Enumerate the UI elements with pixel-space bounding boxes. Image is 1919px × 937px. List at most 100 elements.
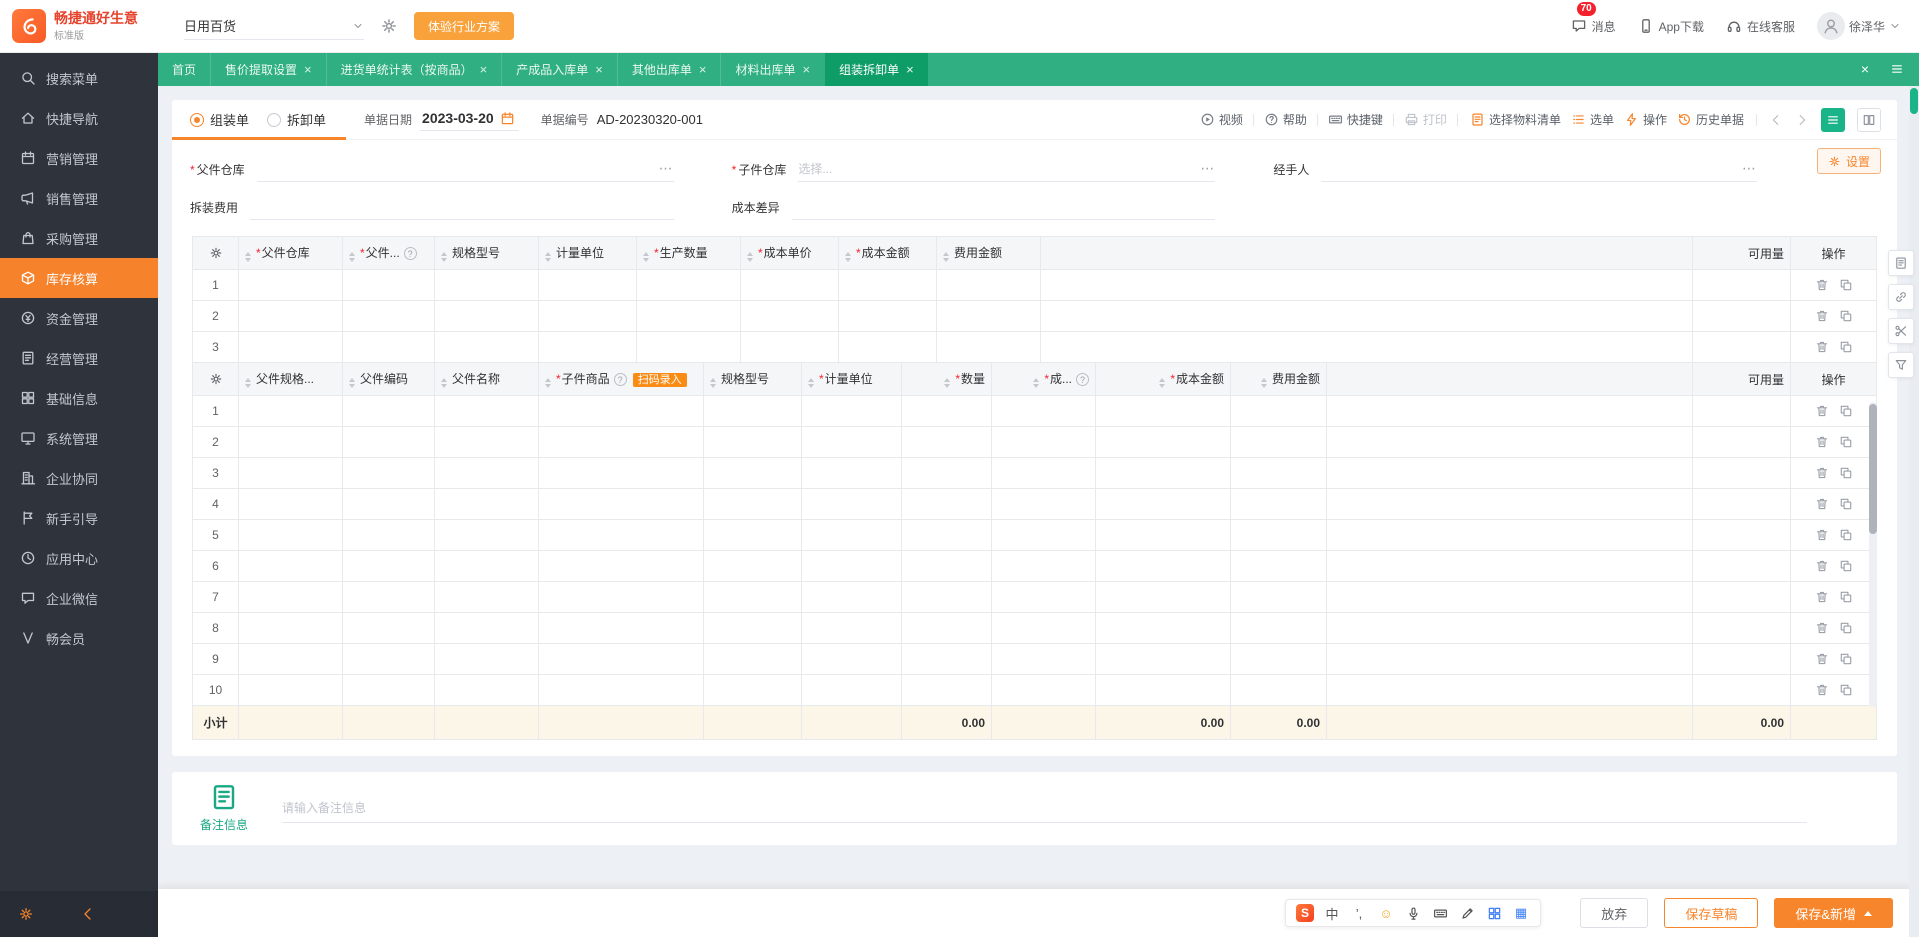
grid-cell[interactable] xyxy=(342,457,435,489)
grid-cell[interactable] xyxy=(801,519,902,551)
grid-cell[interactable] xyxy=(991,550,1096,582)
close-all-tabs-icon[interactable]: × xyxy=(1857,61,1873,77)
grid-cell[interactable] xyxy=(434,550,539,582)
grid-cell[interactable] xyxy=(901,581,992,613)
grid-cell[interactable] xyxy=(991,581,1096,613)
sort-icon[interactable] xyxy=(349,252,355,262)
grid-cell[interactable] xyxy=(1230,395,1327,427)
sidebar-item-flag[interactable]: 新手引导 xyxy=(0,498,158,538)
doc-date-value[interactable]: 2023-03-20 xyxy=(420,108,519,131)
sidebar-item-search[interactable]: 搜索菜单 xyxy=(0,58,158,98)
child-warehouse-input[interactable]: 选择... ⋯ xyxy=(798,156,1216,182)
grid-cell[interactable] xyxy=(901,612,992,644)
tab-item[interactable]: 进货单统计表（按商品） × xyxy=(325,52,502,86)
radio-assembly[interactable]: 组装单 xyxy=(190,110,249,129)
grid-cell[interactable] xyxy=(703,519,802,551)
prev-record-icon[interactable] xyxy=(1769,113,1783,127)
org-select[interactable]: 日用百货 xyxy=(184,12,364,40)
delete-row-icon[interactable] xyxy=(1815,309,1829,323)
grid-cell[interactable] xyxy=(1230,612,1327,644)
grid-cell[interactable] xyxy=(1095,519,1231,551)
grid-cell[interactable] xyxy=(238,457,343,489)
list-view-toggle[interactable] xyxy=(1821,107,1845,132)
grid-cell[interactable] xyxy=(1095,488,1231,520)
radio-disassembly[interactable]: 拆卸单 xyxy=(267,110,326,129)
delete-row-icon[interactable] xyxy=(1815,435,1829,449)
sidebar-item-clock[interactable]: 应用中心 xyxy=(0,538,158,578)
ime-keyboard-icon[interactable] xyxy=(1431,904,1449,922)
page-scrollbar-thumb[interactable] xyxy=(1910,88,1918,114)
delete-row-icon[interactable] xyxy=(1815,652,1829,666)
delete-row-icon[interactable] xyxy=(1815,559,1829,573)
grid-cell[interactable] xyxy=(342,581,435,613)
grid-cell[interactable] xyxy=(1230,550,1327,582)
grid-cell[interactable] xyxy=(238,426,343,458)
delete-row-icon[interactable] xyxy=(1815,528,1829,542)
grid-cell[interactable] xyxy=(1230,457,1327,489)
grid-cell[interactable] xyxy=(238,674,343,706)
link-tool-icon[interactable] xyxy=(1888,284,1914,310)
tool-print[interactable]: 打印 xyxy=(1404,111,1447,128)
sidebar-item-calendar[interactable]: 营销管理 xyxy=(0,138,158,178)
tool-keyboard[interactable]: 快捷键 xyxy=(1328,111,1383,128)
grid-cell[interactable] xyxy=(936,331,1041,363)
delete-row-icon[interactable] xyxy=(1815,466,1829,480)
grid-cell[interactable] xyxy=(538,488,704,520)
grid-cell[interactable] xyxy=(538,519,704,551)
copy-row-icon[interactable] xyxy=(1839,683,1853,697)
grid-cell[interactable] xyxy=(342,426,435,458)
tab-close-icon[interactable]: × xyxy=(699,62,707,77)
grid-cell[interactable] xyxy=(342,519,435,551)
grid-cell[interactable] xyxy=(901,643,992,675)
grid-cell[interactable] xyxy=(801,395,902,427)
grid-cell[interactable] xyxy=(238,581,343,613)
sidebar-item-monitor[interactable]: 系统管理 xyxy=(0,418,158,458)
grid-cell[interactable] xyxy=(991,488,1096,520)
more-options-icon[interactable]: ⋯ xyxy=(651,160,674,177)
grid-cell[interactable] xyxy=(342,300,435,332)
grid-cell[interactable] xyxy=(801,643,902,675)
grid-cell[interactable] xyxy=(434,300,539,332)
tab-close-icon[interactable]: × xyxy=(480,62,488,77)
next-record-icon[interactable] xyxy=(1795,113,1809,127)
grid-cell[interactable] xyxy=(801,457,902,489)
sort-icon[interactable] xyxy=(808,378,814,388)
calendar-icon[interactable] xyxy=(500,111,515,126)
grid-cell[interactable] xyxy=(801,581,902,613)
sort-icon[interactable] xyxy=(545,252,551,262)
grid-cell[interactable] xyxy=(434,426,539,458)
tab-close-icon[interactable]: × xyxy=(304,62,312,77)
ime-sogou-icon[interactable]: S xyxy=(1296,904,1314,922)
grid-cell[interactable] xyxy=(342,269,435,301)
tab-item[interactable]: 材料出库单 × xyxy=(720,52,824,86)
assembly-fee-input[interactable] xyxy=(250,194,674,220)
tab-item[interactable]: 产成品入库单 × xyxy=(501,52,617,86)
scrollbar-thumb[interactable] xyxy=(1869,404,1877,534)
sort-icon[interactable] xyxy=(943,252,949,262)
sort-icon[interactable] xyxy=(245,252,251,262)
grid-cell[interactable] xyxy=(991,674,1096,706)
grid-cell[interactable] xyxy=(238,519,343,551)
save-draft-button[interactable]: 保存草稿 xyxy=(1664,898,1759,928)
grid-cell[interactable] xyxy=(1230,426,1327,458)
copy-row-icon[interactable] xyxy=(1839,652,1853,666)
info-icon[interactable]: ? xyxy=(613,373,627,386)
grid-cell[interactable] xyxy=(1230,519,1327,551)
grid-cell[interactable] xyxy=(434,488,539,520)
card-view-toggle[interactable] xyxy=(1857,107,1881,132)
grid-cell[interactable] xyxy=(538,395,704,427)
ime-grid-icon[interactable]: ▦ xyxy=(1512,904,1530,922)
grid-cell[interactable] xyxy=(238,300,343,332)
grid-cell[interactable] xyxy=(801,612,902,644)
sort-icon[interactable] xyxy=(643,252,649,262)
grid-cell[interactable] xyxy=(838,300,937,332)
grid-cell[interactable] xyxy=(991,426,1096,458)
grid-cell[interactable] xyxy=(703,426,802,458)
grid-cell[interactable] xyxy=(1095,581,1231,613)
grid-cell[interactable] xyxy=(991,395,1096,427)
tool-help[interactable]: 帮助 xyxy=(1264,111,1307,128)
sidebar-item-coin[interactable]: 资金管理 xyxy=(0,298,158,338)
more-options-icon[interactable]: ⋯ xyxy=(1192,160,1215,177)
grid-cell[interactable] xyxy=(238,550,343,582)
grid-cell[interactable] xyxy=(342,488,435,520)
